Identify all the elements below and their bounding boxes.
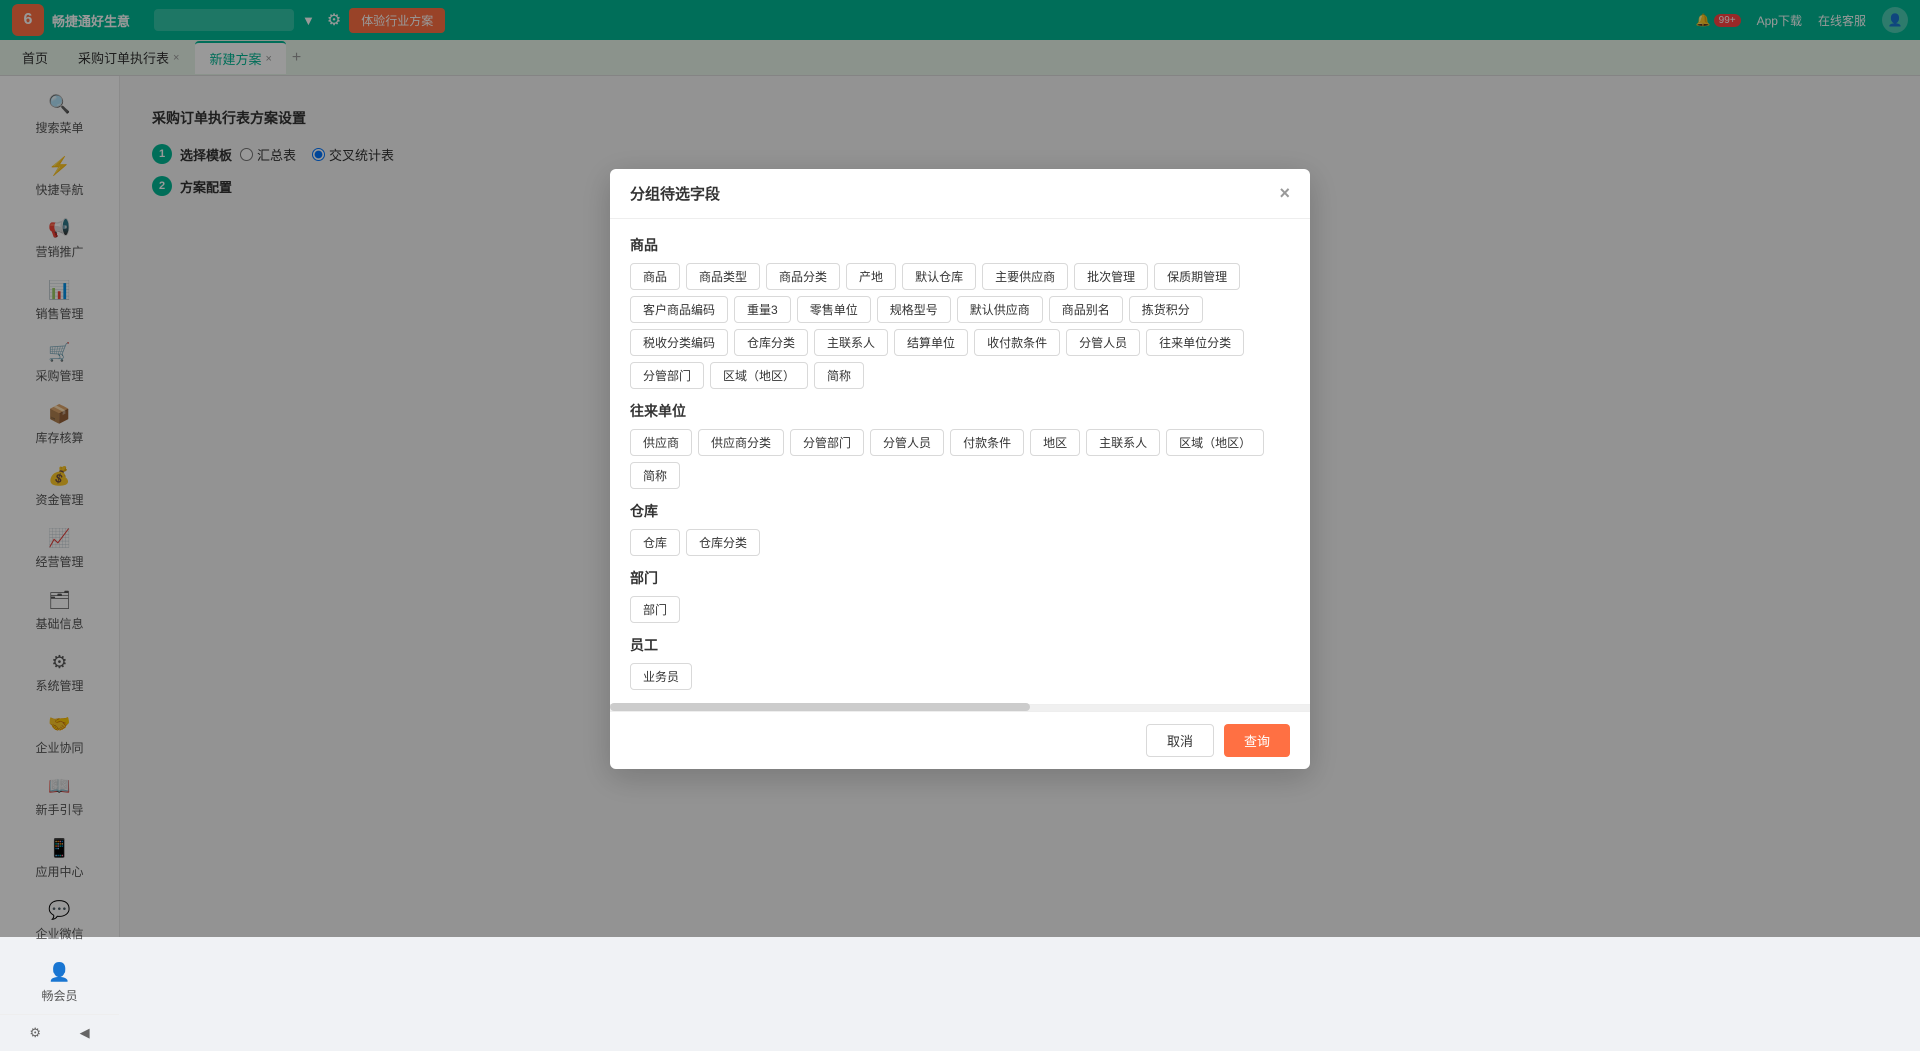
tag-warehouse[interactable]: 仓库 [630,529,680,556]
hscroll-thumb [610,703,1030,711]
member-icon: 👤 [48,962,70,983]
tag-department[interactable]: 部门 [630,596,680,623]
tag-origin[interactable]: 产地 [846,263,896,290]
tag-tax-code[interactable]: 税收分类编码 [630,329,728,356]
tag-partner-dept[interactable]: 分管部门 [790,429,864,456]
tag-retail-unit[interactable]: 零售单位 [797,296,871,323]
tag-main-supplier[interactable]: 主要供应商 [982,263,1068,290]
tag-goods[interactable]: 商品 [630,263,680,290]
modal-body[interactable]: 商品 商品 商品类型 商品分类 产地 默认仓库 主要供应商 批次管理 保质期管理… [610,219,1310,704]
tag-salesperson[interactable]: 业务员 [630,663,692,690]
tag-spec-model[interactable]: 规格型号 [877,296,951,323]
tag-pick-points[interactable]: 拣货积分 [1129,296,1203,323]
tag-short-name[interactable]: 简称 [814,362,864,389]
modal-footer: 取消 查询 [610,711,1310,769]
tag-warehouse-category[interactable]: 仓库分类 [734,329,808,356]
tag-batch[interactable]: 批次管理 [1074,263,1148,290]
tag-supplier-category[interactable]: 供应商分类 [698,429,784,456]
tag-warehouse-cat[interactable]: 仓库分类 [686,529,760,556]
tag-area[interactable]: 地区 [1030,429,1080,456]
tag-weight[interactable]: 重量3 [734,296,791,323]
modal-dialog: 分组待选字段 × 商品 商品 商品类型 商品分类 产地 默认仓库 主要供应商 批… [610,169,1310,769]
tag-goods-alias[interactable]: 商品别名 [1049,296,1123,323]
cancel-btn[interactable]: 取消 [1146,724,1214,757]
confirm-btn[interactable]: 查询 [1224,724,1290,757]
section-partner-tags: 供应商 供应商分类 分管部门 分管人员 付款条件 地区 主联系人 区域（地区） … [630,429,1290,489]
tag-region[interactable]: 区域（地区） [710,362,808,389]
modal-hscroll[interactable] [610,704,1310,711]
section-warehouse-title: 仓库 [630,501,1290,521]
tag-default-supplier[interactable]: 默认供应商 [957,296,1043,323]
sidebar-item-member[interactable]: 👤 畅会员 [0,952,119,1014]
tag-dept[interactable]: 分管部门 [630,362,704,389]
sidebar-collapse-icon[interactable]: ◀ [80,1025,90,1041]
tag-payment-terms[interactable]: 收付款条件 [974,329,1060,356]
section-goods-title: 商品 [630,235,1290,255]
sidebar-bottom: ⚙ ◀ [0,1014,119,1051]
tag-goods-type[interactable]: 商品类型 [686,263,760,290]
sidebar-settings-icon[interactable]: ⚙ [29,1025,41,1041]
tag-partner-supervisor[interactable]: 分管人员 [870,429,944,456]
sidebar-label-member: 畅会员 [41,987,77,1004]
tag-default-warehouse[interactable]: 默认仓库 [902,263,976,290]
section-dept-title: 部门 [630,568,1290,588]
tag-partner-short[interactable]: 简称 [630,462,680,489]
section-employee-tags: 业务员 [630,663,1290,690]
tag-settlement-unit[interactable]: 结算单位 [894,329,968,356]
tag-shelf-life[interactable]: 保质期管理 [1154,263,1240,290]
tag-partner-contact[interactable]: 主联系人 [1086,429,1160,456]
modal-title: 分组待选字段 [630,183,720,204]
section-employee-title: 员工 [630,635,1290,655]
tag-supplier[interactable]: 供应商 [630,429,692,456]
tag-main-contact[interactable]: 主联系人 [814,329,888,356]
section-goods-tags: 商品 商品类型 商品分类 产地 默认仓库 主要供应商 批次管理 保质期管理 客户… [630,263,1290,389]
modal-overlay: 分组待选字段 × 商品 商品 商品类型 商品分类 产地 默认仓库 主要供应商 批… [0,0,1920,937]
modal-header: 分组待选字段 × [610,169,1310,219]
tag-partner-region[interactable]: 区域（地区） [1166,429,1264,456]
section-dept-tags: 部门 [630,596,1290,623]
modal-close-btn[interactable]: × [1279,183,1290,204]
tag-supervisor[interactable]: 分管人员 [1066,329,1140,356]
tag-goods-category[interactable]: 商品分类 [766,263,840,290]
section-partner-title: 往来单位 [630,401,1290,421]
tag-payment-cond[interactable]: 付款条件 [950,429,1024,456]
tag-customer-code[interactable]: 客户商品编码 [630,296,728,323]
tag-partner-category[interactable]: 往来单位分类 [1146,329,1244,356]
section-warehouse-tags: 仓库 仓库分类 [630,529,1290,556]
